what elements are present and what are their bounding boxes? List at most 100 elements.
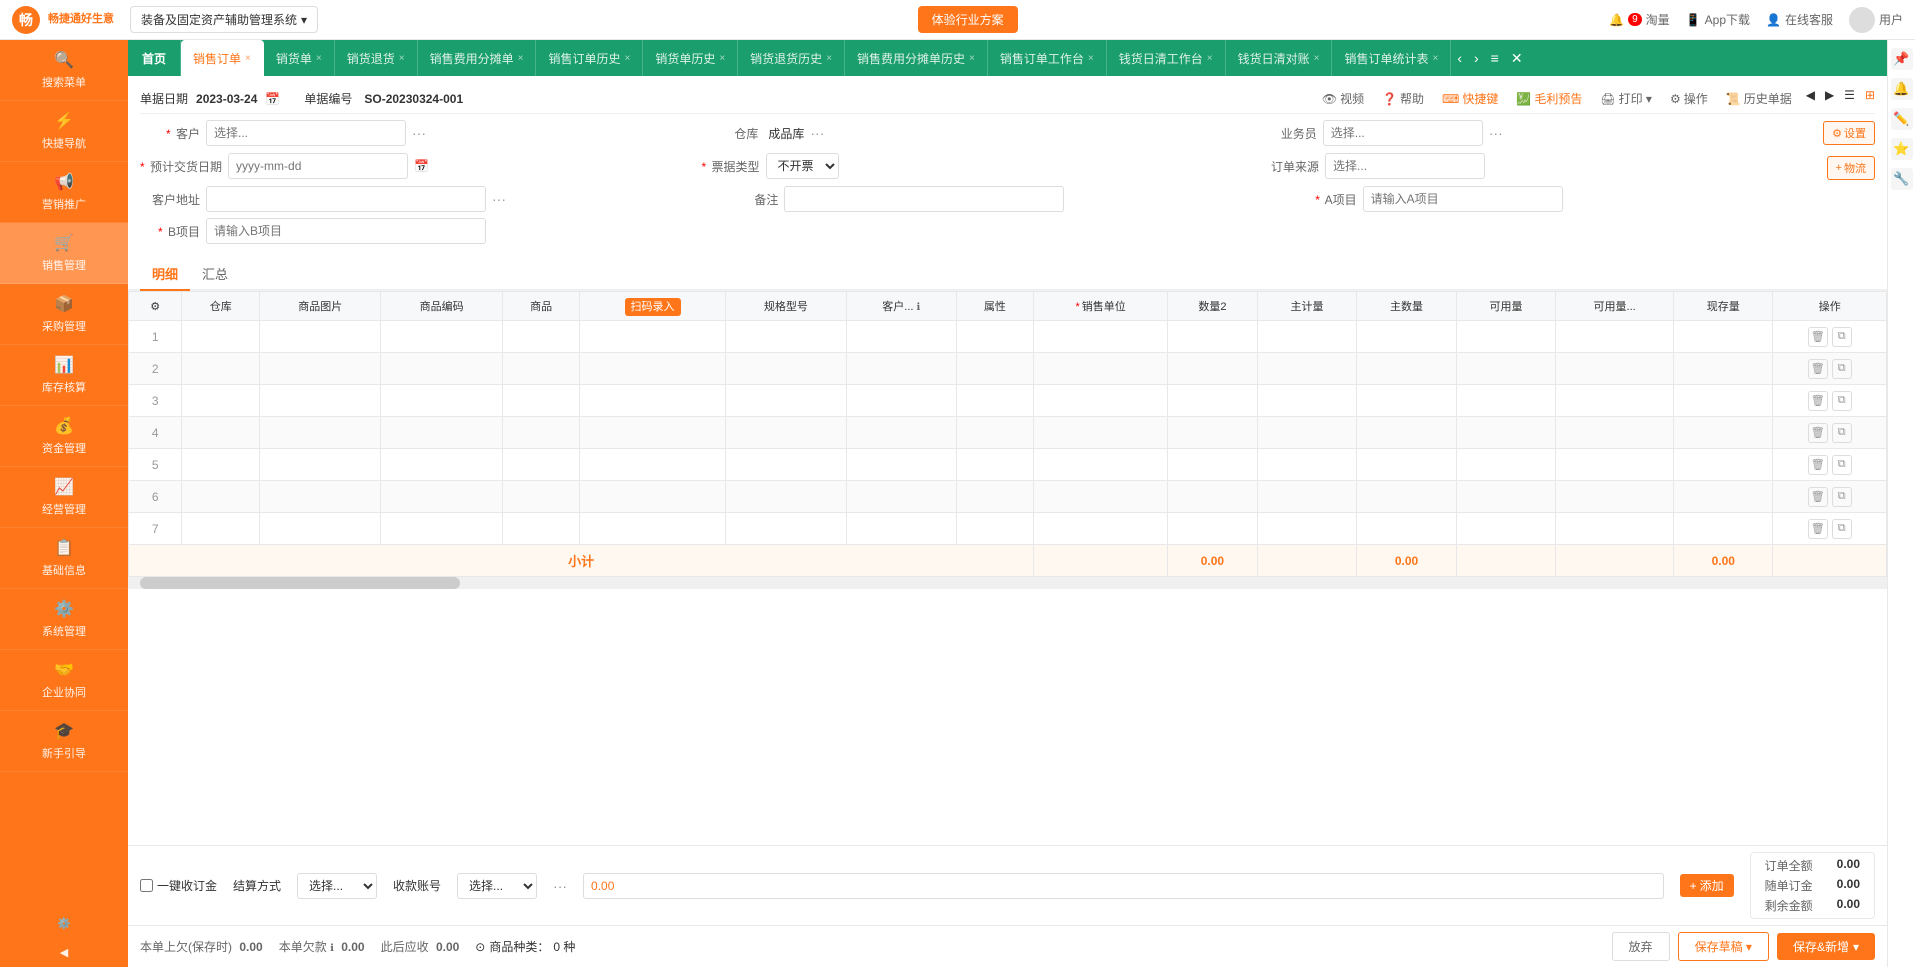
tab-sales-slip[interactable]: 销货单 ×: [264, 40, 335, 76]
sidebar-item-inventory[interactable]: 📊 库存核算: [0, 345, 128, 406]
tab-workbench[interactable]: 销售订单工作台 ×: [988, 40, 1107, 76]
tab-close-icon[interactable]: ×: [1207, 53, 1213, 64]
col-settings[interactable]: ⚙: [129, 292, 182, 321]
cell-attr-1[interactable]: [956, 321, 1034, 353]
tab-return-history[interactable]: 销货退货历史 ×: [738, 40, 845, 76]
delete-row-6-btn[interactable]: 🗑: [1808, 487, 1828, 507]
list-view-icon[interactable]: ☰: [1844, 88, 1855, 109]
system-selector[interactable]: 装备及固定资产辅助管理系统 ▾: [130, 6, 318, 33]
cell-mainqty-2[interactable]: [1357, 353, 1456, 385]
warehouse-expand-icon[interactable]: ···: [810, 125, 824, 141]
tab-sales-expense[interactable]: 销售费用分摊单 ×: [418, 40, 537, 76]
tab-order-history[interactable]: 销售订单历史 ×: [536, 40, 643, 76]
cell-product-1[interactable]: [502, 321, 580, 353]
cell-spec-1[interactable]: [725, 321, 846, 353]
cell-photo-2[interactable]: [260, 353, 381, 385]
sidebar-settings-btn[interactable]: ⚙️: [0, 909, 128, 938]
tab-sales-return[interactable]: 销货退货 ×: [335, 40, 418, 76]
help-btn[interactable]: ❓帮助: [1378, 88, 1428, 109]
scroll-thumb[interactable]: [140, 577, 460, 589]
cell-attr-2[interactable]: [956, 353, 1034, 385]
tab-close-icon[interactable]: ×: [518, 53, 524, 64]
installment-checkbox[interactable]: 一键收订金: [140, 877, 217, 894]
add-item-btn[interactable]: + 物流: [1827, 156, 1875, 180]
col-scan[interactable]: 扫码录入: [580, 292, 725, 321]
tab-home[interactable]: 首页: [128, 40, 181, 76]
tab-prev-btn[interactable]: ‹: [1451, 50, 1468, 66]
cell-avail2-3[interactable]: [1556, 385, 1674, 417]
app-download-btn[interactable]: 📱 App下载: [1686, 11, 1750, 28]
cell-unit-2[interactable]: [1034, 353, 1168, 385]
tab-expense-history[interactable]: 销售费用分摊单历史 ×: [845, 40, 988, 76]
discard-btn[interactable]: 放弃: [1612, 932, 1670, 961]
payment-method-select[interactable]: 选择...: [297, 873, 377, 899]
receipt-expand-icon[interactable]: ···: [553, 878, 567, 894]
delete-row-7-btn[interactable]: 🗑: [1808, 519, 1828, 539]
cell-mainunit-3[interactable]: [1257, 385, 1356, 417]
cell-photo-3[interactable]: [260, 385, 381, 417]
project-b-input[interactable]: [206, 218, 486, 244]
sidebar-item-system[interactable]: ⚙️ 系统管理: [0, 589, 128, 650]
save-new-btn[interactable]: 保存&新增 ▾: [1777, 933, 1875, 960]
view-btn[interactable]: 👁视频: [1318, 88, 1368, 109]
user-btn[interactable]: 用户: [1849, 7, 1903, 33]
cell-product-2[interactable]: [502, 353, 580, 385]
cell-unit-3[interactable]: [1034, 385, 1168, 417]
tab-close-icon[interactable]: ×: [624, 53, 630, 64]
tab-detail[interactable]: 明细: [140, 258, 190, 291]
cell-scan-2[interactable]: [580, 353, 725, 385]
delete-row-3-btn[interactable]: 🗑: [1808, 391, 1828, 411]
copy-row-5-btn[interactable]: ⧉: [1832, 455, 1852, 475]
shortcut-btn[interactable]: ⌨快捷键: [1438, 88, 1502, 109]
cell-code-1[interactable]: [381, 321, 502, 353]
installment-check-input[interactable]: [140, 879, 153, 892]
remarks-input[interactable]: [784, 186, 1064, 212]
cell-stock-1[interactable]: [1674, 321, 1773, 353]
cell-qty2-3[interactable]: [1168, 385, 1258, 417]
delete-row-4-btn[interactable]: 🗑: [1808, 423, 1828, 443]
amount-input[interactable]: [583, 873, 1664, 899]
tab-sales-order[interactable]: 销售订单 ×: [181, 40, 264, 76]
grid-view-icon[interactable]: ⊞: [1865, 88, 1875, 109]
order-source-input[interactable]: [1325, 153, 1485, 179]
cell-product-3[interactable]: [502, 385, 580, 417]
customer-expand-icon[interactable]: ···: [412, 125, 426, 141]
cell-warehouse-3[interactable]: [182, 385, 260, 417]
delete-row-1-btn[interactable]: 🗑: [1808, 327, 1828, 347]
tab-next-btn[interactable]: ›: [1468, 50, 1485, 66]
tab-slip-history[interactable]: 销货单历史 ×: [643, 40, 738, 76]
right-icon-star[interactable]: ⭐: [1891, 138, 1913, 160]
history-btn[interactable]: 📜历史单据: [1722, 88, 1796, 109]
copy-row-3-btn[interactable]: ⧉: [1832, 391, 1852, 411]
cell-stock-2[interactable]: [1674, 353, 1773, 385]
sidebar-item-purchase[interactable]: 📦 采购管理: [0, 284, 128, 345]
cell-warehouse-2[interactable]: [182, 353, 260, 385]
delete-row-5-btn[interactable]: 🗑: [1808, 455, 1828, 475]
operation-btn[interactable]: ⚙操作: [1666, 88, 1712, 109]
salesperson-expand-icon[interactable]: ···: [1489, 125, 1503, 141]
cell-qty2-1[interactable]: [1168, 321, 1258, 353]
cell-scan-1[interactable]: [580, 321, 725, 353]
tab-close-icon[interactable]: ×: [316, 53, 322, 64]
cell-avail2-1[interactable]: [1556, 321, 1674, 353]
arrow-left-icon[interactable]: ◀: [1806, 88, 1815, 109]
cell-spec-3[interactable]: [725, 385, 846, 417]
cell-cust-3[interactable]: [847, 385, 957, 417]
tab-close-all-btn[interactable]: ✕: [1505, 50, 1529, 67]
tab-close-icon[interactable]: ×: [826, 53, 832, 64]
project-a-input[interactable]: [1363, 186, 1563, 212]
tab-close-icon[interactable]: ×: [245, 53, 251, 64]
sidebar-item-marketing[interactable]: 📢 营销推广: [0, 162, 128, 223]
industry-btn[interactable]: 体验行业方案: [918, 6, 1018, 33]
horizontal-scrollbar[interactable]: [128, 577, 1887, 589]
tab-reconcile[interactable]: 钱货日清对账 ×: [1226, 40, 1333, 76]
delivery-date-input[interactable]: [228, 153, 408, 179]
cell-attr-3[interactable]: [956, 385, 1034, 417]
sidebar-item-quick[interactable]: ⚡ 快捷导航: [0, 101, 128, 162]
cell-code-3[interactable]: [381, 385, 502, 417]
copy-row-2-btn[interactable]: ⧉: [1832, 359, 1852, 379]
tab-close-icon[interactable]: ×: [399, 53, 405, 64]
cell-avail-3[interactable]: [1456, 385, 1555, 417]
right-icon-tool[interactable]: 🔧: [1891, 168, 1913, 190]
cell-qty2-2[interactable]: [1168, 353, 1258, 385]
